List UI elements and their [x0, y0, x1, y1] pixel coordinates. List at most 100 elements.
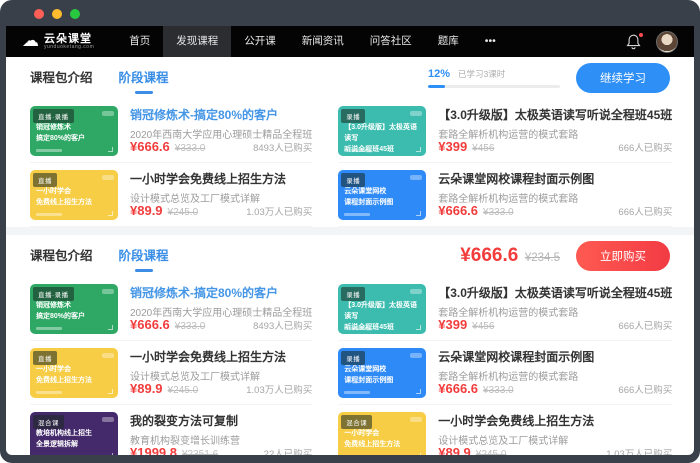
course-card[interactable]: 直播·录播 销冠修炼术 搞定80%的客户 销冠修炼术-搞定80%的客户 2020… [30, 277, 312, 341]
nav-item-news[interactable]: 新闻资讯 [289, 26, 357, 57]
notifications-bell-icon[interactable] [626, 33, 641, 50]
course-price: ¥399 [438, 317, 467, 332]
nav-item-discover-courses[interactable]: 发现课程 [163, 26, 231, 57]
course-buyers-count: 8493人已购买 [253, 318, 312, 332]
course-thumbnail: 直播 一小时学会 免费线上招生方法 [30, 170, 118, 220]
tab-stage-courses[interactable]: 阶段课程 [119, 63, 169, 94]
course-old-price: ¥333.0 [483, 385, 514, 396]
nav-item-more[interactable]: ••• [472, 26, 509, 57]
thumbnail-watermark [344, 149, 370, 152]
buy-now-button[interactable]: 立即购买 [576, 241, 670, 271]
course-type-badge: 录播 [341, 287, 365, 301]
site-name: 云朵课堂 [44, 33, 94, 45]
continue-learning-button[interactable]: 继续学习 [576, 63, 670, 93]
thumbnail-text-line1: 一小时学会 [36, 187, 114, 198]
course-price: ¥666.6 [438, 203, 478, 218]
progress-bar-fill [428, 85, 445, 88]
course-title[interactable]: 我的裂变方法可复制 [130, 412, 312, 427]
course-card[interactable]: 录播 【3.0升级版】太极英语读写 听说全程班45班 【3.0升级版】太极英语读… [338, 277, 672, 341]
course-thumbnail: 混合课 一小时学会 免费线上招生方法 [338, 412, 426, 455]
thumbnail-corner-icon [108, 147, 113, 152]
zoom-window-button[interactable] [70, 9, 80, 19]
browser-viewport: ☁ 云朵课堂 yunduoketang.com 首页 发现课程 公开课 新闻资讯… [6, 26, 694, 455]
course-price: ¥666.6 [130, 139, 170, 154]
unread-notification-dot [639, 33, 643, 37]
course-subtitle: 2020年西南大学应用心理硕士精品全程班 [130, 304, 312, 317]
course-title[interactable]: 一小时学会免费线上招生方法 [130, 348, 312, 363]
thumbnail-text-line2: 搞定80%的客户 [36, 312, 114, 323]
course-title[interactable]: 销冠修炼术-搞定80%的客户 [130, 106, 312, 121]
course-old-price: ¥245.0 [476, 449, 507, 455]
course-old-price: ¥245.0 [168, 207, 199, 218]
nav-item-home[interactable]: 首页 [116, 26, 163, 57]
course-old-price: ¥2351.6 [182, 449, 218, 455]
course-type-badge: 直播·录播 [33, 287, 74, 301]
thumbnail-text-line1: 云朵课堂网校 [344, 365, 422, 376]
course-type-badge: 直播·录播 [33, 109, 74, 123]
thumbnail-corner-icon [108, 325, 113, 330]
thumbnail-corner-tag [102, 111, 114, 116]
course-card[interactable]: 录播 【3.0升级版】太极英语读写 听说全程班45班 【3.0升级版】太极英语读… [338, 99, 672, 163]
course-title[interactable]: 一小时学会免费线上招生方法 [438, 412, 672, 427]
course-buyers-count: 1.03万人已购买 [606, 446, 672, 455]
course-subtitle: 设计模式总览及工厂模式详解 [130, 368, 312, 381]
thumbnail-watermark [36, 149, 62, 152]
course-price: ¥89.9 [438, 445, 471, 455]
section-1-header: 课程包介绍 阶段课程 12% 已学习3课时 继续学习 [30, 57, 670, 99]
thumbnail-text-line2: 搞定80%的客户 [36, 134, 114, 145]
nav-item-question-bank[interactable]: 题库 [425, 26, 472, 57]
course-type-badge: 录播 [341, 109, 365, 123]
course-buyers-count: 666人已购买 [618, 382, 672, 396]
thumbnail-watermark [36, 391, 62, 394]
course-card[interactable]: 直播 一小时学会 免费线上招生方法 一小时学会免费线上招生方法 设计模式总览及工… [30, 341, 312, 405]
course-price: ¥666.6 [130, 317, 170, 332]
app-window: ☁ 云朵课堂 yunduoketang.com 首页 发现课程 公开课 新闻资讯… [0, 0, 700, 463]
site-logo[interactable]: ☁ 云朵课堂 yunduoketang.com [22, 33, 94, 51]
progress-percent: 12% [428, 68, 450, 80]
course-card[interactable]: 直播 一小时学会 免费线上招生方法 一小时学会免费线上招生方法 设计模式总览及工… [30, 163, 312, 227]
course-buyers-count: 1.03万人已购买 [246, 382, 312, 396]
course-title[interactable]: 云朵课堂网校课程封面示例图 [438, 170, 672, 185]
course-title[interactable]: 云朵课堂网校课程封面示例图 [438, 348, 672, 363]
thumbnail-corner-tag [410, 289, 422, 294]
thumbnail-watermark [344, 213, 370, 216]
course-title[interactable]: 【3.0升级版】太极英语读写听说全程班45班 [438, 284, 672, 299]
course-thumbnail: 直播·录播 销冠修炼术 搞定80%的客户 [30, 106, 118, 156]
nav-item-open-classes[interactable]: 公开课 [231, 26, 289, 57]
thumbnail-corner-tag [410, 417, 422, 422]
course-card[interactable]: 混合课 教培机构线上招生 全景逻辑拆解 我的裂变方法可复制 教育机构裂变增长训练… [30, 405, 312, 455]
course-old-price: ¥456 [472, 143, 494, 154]
course-list-section-2: 直播·录播 销冠修炼术 搞定80%的客户 销冠修炼术-搞定80%的客户 2020… [30, 277, 670, 455]
section-2-header: 课程包介绍 阶段课程 ¥666.6 ¥234.5 立即购买 [30, 235, 670, 277]
course-title[interactable]: 销冠修炼术-搞定80%的客户 [130, 284, 312, 299]
user-avatar[interactable] [656, 31, 678, 53]
minimize-window-button[interactable] [52, 9, 62, 19]
thumbnail-text-line2: 课程封面示例图 [344, 376, 422, 387]
course-old-price: ¥245.0 [168, 385, 199, 396]
course-card[interactable]: 直播·录播 销冠修炼术 搞定80%的客户 销冠修炼术-搞定80%的客户 2020… [30, 99, 312, 163]
tab-course-package-intro-2[interactable]: 课程包介绍 [30, 241, 93, 272]
progress-bar [428, 85, 560, 88]
course-type-badge: 混合课 [341, 415, 372, 429]
course-price: ¥399 [438, 139, 467, 154]
course-type-badge: 混合课 [33, 415, 64, 429]
tab-stage-courses-2[interactable]: 阶段课程 [119, 241, 169, 272]
course-card[interactable]: 录播 云朵课堂网校 课程封面示例图 云朵课堂网校课程封面示例图 套路全解析机构运… [338, 163, 672, 227]
course-title[interactable]: 【3.0升级版】太极英语读写听说全程班45班 [438, 106, 672, 121]
thumbnail-corner-tag [410, 353, 422, 358]
course-price: ¥89.9 [130, 381, 163, 396]
section-divider [6, 227, 694, 235]
tab-course-package-intro[interactable]: 课程包介绍 [30, 63, 93, 94]
course-type-badge: 录播 [341, 351, 365, 365]
course-price: ¥666.6 [438, 381, 478, 396]
course-card[interactable]: 录播 云朵课堂网校 课程封面示例图 云朵课堂网校课程封面示例图 套路全解析机构运… [338, 341, 672, 405]
nav-item-qa-community[interactable]: 问答社区 [357, 26, 425, 57]
thumbnail-corner-icon [108, 453, 113, 455]
course-thumbnail: 录播 云朵课堂网校 课程封面示例图 [338, 348, 426, 398]
top-navbar: ☁ 云朵课堂 yunduoketang.com 首页 发现课程 公开课 新闻资讯… [6, 26, 694, 57]
course-title[interactable]: 一小时学会免费线上招生方法 [130, 170, 312, 185]
course-card[interactable]: 混合课 一小时学会 免费线上招生方法 一小时学会免费线上招生方法 设计模式总览及… [338, 405, 672, 455]
close-window-button[interactable] [34, 9, 44, 19]
course-subtitle: 设计模式总览及工厂模式详解 [130, 190, 312, 203]
course-subtitle: 套路全解析机构运营的模式套路 [438, 304, 672, 317]
